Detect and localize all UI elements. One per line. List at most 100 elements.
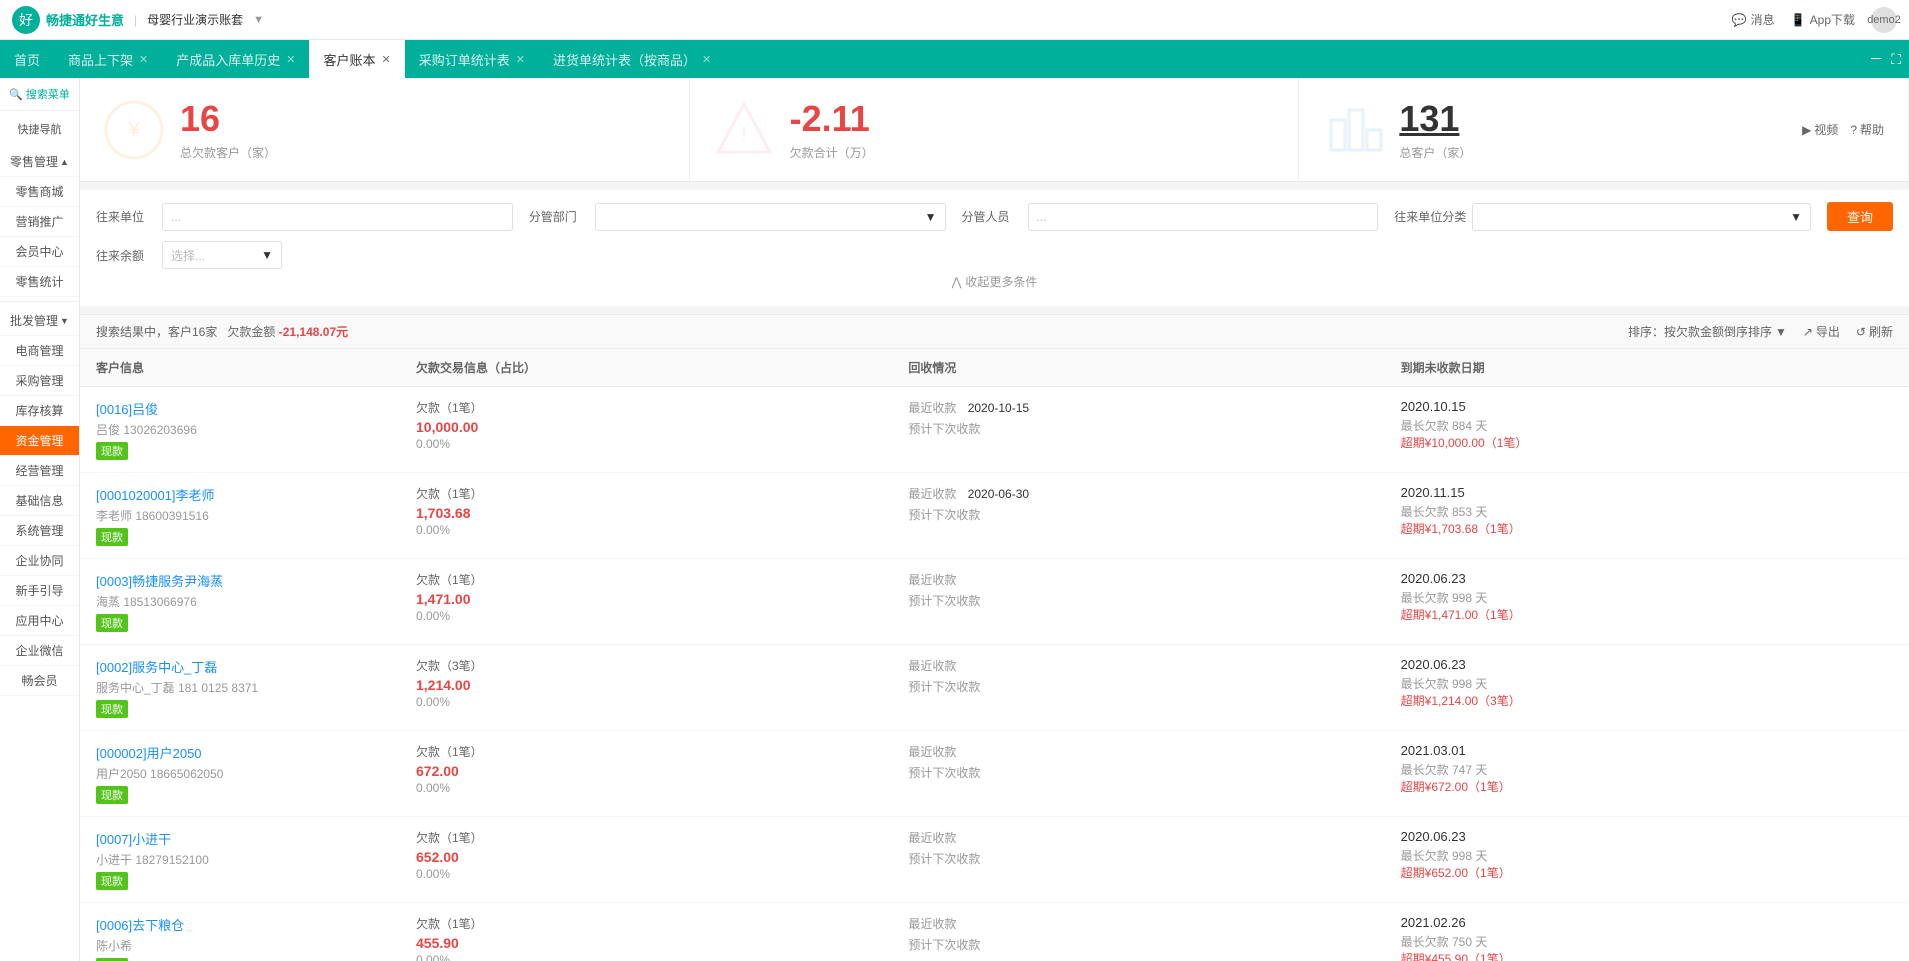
tab-customer-account[interactable]: 客户账本 ✕: [309, 40, 404, 78]
maximize-icon[interactable]: ⛶: [1891, 51, 1901, 68]
overdue-amount-link[interactable]: 超期¥1,703.68（1笔）: [1401, 520, 1893, 537]
sidebar-item-vip-member[interactable]: 畅会员: [0, 666, 79, 696]
sidebar-item-enterprise-wechat[interactable]: 企业微信: [0, 636, 79, 666]
source-unit-input[interactable]: ...: [162, 203, 513, 231]
dept-select[interactable]: ▼: [595, 203, 946, 231]
overdue-amount-icon: !: [714, 100, 774, 160]
debt-amount[interactable]: 1,214.00: [416, 677, 908, 693]
sidebar-item-marketing[interactable]: 营销推广: [0, 207, 79, 237]
close-icon[interactable]: ✕: [516, 53, 525, 66]
expire-info-cell: 2021.02.26 最长欠款 750 天 超期¥455.90（1笔）: [1401, 915, 1893, 961]
next-payment-label: 预计下次收款: [908, 678, 1400, 695]
sidebar-item-batch-mgmt[interactable]: 批发管理 ▼: [0, 306, 79, 336]
debt-amount[interactable]: 1,471.00: [416, 591, 908, 607]
sidebar-item-basic-info[interactable]: 基础信息: [0, 486, 79, 516]
customer-name[interactable]: [000002]用户2050: [96, 743, 416, 762]
debt-count: 欠款（3笔）: [416, 657, 908, 674]
sidebar-item-enterprise-coop[interactable]: 企业协同: [0, 546, 79, 576]
expire-info-cell: 2020.06.23 最长欠款 998 天 超期¥1,471.00（1笔）: [1401, 571, 1893, 623]
customer-name[interactable]: [0007]小进干: [96, 829, 416, 848]
table-row: [0003]畅捷服务尹海蒸 海蒸 18513066976 现款 欠款（1笔） 1…: [80, 559, 1909, 645]
debt-info-cell: 欠款（1笔） 1,703.68 0.00%: [416, 485, 908, 537]
chevron-down-icon: ▼: [925, 210, 937, 224]
sidebar-nav-quick[interactable]: 快捷导航: [0, 111, 79, 147]
debt-amount[interactable]: 455.90: [416, 935, 908, 951]
sidebar-item-retail-stats[interactable]: 零售统计: [0, 267, 79, 297]
unit-category-select[interactable]: ▼: [1472, 203, 1811, 231]
sidebar-item-retail-mgmt[interactable]: 零售管理 ▲: [0, 147, 79, 177]
search-button[interactable]: 查询: [1827, 202, 1893, 231]
return-info-cell: 最近收款 预计下次收款: [908, 915, 1400, 953]
customer-name[interactable]: [0003]畅捷服务尹海蒸: [96, 571, 416, 590]
table-body: [0016]吕俊 吕俊 13026203696 现款 欠款（1笔） 10,000…: [80, 387, 1909, 961]
sidebar-item-new-guide[interactable]: 新手引导: [0, 576, 79, 606]
sidebar-item-app-center[interactable]: 应用中心: [0, 606, 79, 636]
help-btn[interactable]: ? 帮助: [1850, 121, 1884, 138]
app-download-btn[interactable]: 📱 App下载: [1791, 11, 1855, 28]
message-btn[interactable]: 💬 消息: [1732, 11, 1775, 28]
result-bar: 搜索结果中，客户16家 欠款金额 -21,148.07元 排序：按欠款金额倒序排…: [80, 314, 1909, 349]
filter-source-unit: 往来单位 ...: [96, 203, 513, 231]
tab-purchase-stats[interactable]: 进货单统计表（按商品） ✕: [539, 40, 725, 78]
customer-contact: 陈小希: [96, 937, 416, 954]
chevron-down-icon[interactable]: ▼: [253, 14, 264, 26]
sidebar-item-ecommerce[interactable]: 电商管理: [0, 336, 79, 366]
overdue-amount-link[interactable]: 超期¥672.00（1笔）: [1401, 778, 1893, 795]
source-unit-label: 往来单位: [96, 208, 156, 225]
customer-name[interactable]: [0001020001]李老师: [96, 485, 416, 504]
tab-home[interactable]: 首页: [0, 40, 54, 78]
overdue-amount-link[interactable]: 超期¥652.00（1笔）: [1401, 864, 1893, 881]
close-icon[interactable]: ✕: [702, 53, 711, 66]
balance-select[interactable]: 选择... ▼: [162, 241, 282, 269]
debt-amount[interactable]: 652.00: [416, 849, 908, 865]
sidebar-item-operations[interactable]: 经营管理: [0, 456, 79, 486]
overdue-amount-link[interactable]: 超期¥10,000.00（1笔）: [1401, 434, 1893, 451]
export-btn[interactable]: ↗ 导出: [1803, 323, 1840, 340]
logo-text: 畅捷通好生意: [46, 10, 124, 29]
sidebar-item-finance[interactable]: 资金管理: [0, 426, 79, 456]
overdue-amount-link[interactable]: 超期¥1,214.00（3笔）: [1401, 692, 1893, 709]
overdue-amount-label: 欠款合计（万）: [790, 144, 874, 161]
customer-contact: 用户2050 18665062050: [96, 765, 416, 782]
sidebar-item-system[interactable]: 系统管理: [0, 516, 79, 546]
sort-select[interactable]: 排序：按欠款金额倒序排序 ▼: [1628, 323, 1787, 340]
user-avatar[interactable]: demo2: [1871, 7, 1897, 33]
stat-top-actions: ▶ 视频 ? 帮助: [1802, 121, 1884, 138]
sidebar-item-inventory[interactable]: 库存核算: [0, 396, 79, 426]
collapse-row[interactable]: ⋀ 收起更多条件: [96, 269, 1893, 294]
close-icon[interactable]: ✕: [286, 53, 295, 66]
overdue-amount-link[interactable]: 超期¥1,471.00（1笔）: [1401, 606, 1893, 623]
debt-amount[interactable]: 1,703.68: [416, 505, 908, 521]
debt-amount[interactable]: 10,000.00: [416, 419, 908, 435]
manager-input[interactable]: ...: [1028, 203, 1379, 231]
customer-name[interactable]: [0002]服务中心_丁磊: [96, 657, 416, 676]
table-row: [0016]吕俊 吕俊 13026203696 现款 欠款（1笔） 10,000…: [80, 387, 1909, 473]
sidebar-item-member[interactable]: 会员中心: [0, 237, 79, 267]
last-payment-label: 最近收款: [908, 831, 956, 845]
expire-info-cell: 2020.06.23 最长欠款 998 天 超期¥1,214.00（3笔）: [1401, 657, 1893, 709]
help-icon: ?: [1850, 123, 1857, 137]
tab-purchase-order[interactable]: 采购订单统计表 ✕: [405, 40, 539, 78]
sidebar-item-purchase[interactable]: 采购管理: [0, 366, 79, 396]
status-badge: 现款: [96, 614, 128, 632]
customer-contact: 服务中心_丁磊 181 0125 8371: [96, 679, 416, 696]
debt-amount[interactable]: 672.00: [416, 763, 908, 779]
tab-production-history[interactable]: 产成品入库单历史 ✕: [162, 40, 309, 78]
tab-product-status[interactable]: 商品上下架 ✕: [54, 40, 162, 78]
customer-name[interactable]: [0016]吕俊: [96, 399, 416, 418]
sidebar-divider: [0, 301, 79, 302]
refresh-btn[interactable]: ↺ 刷新: [1856, 323, 1893, 340]
close-icon[interactable]: ✕: [382, 53, 391, 66]
close-icon[interactable]: ✕: [139, 53, 148, 66]
sidebar-item-retail-store[interactable]: 零售商城: [0, 177, 79, 207]
overdue-customers-label: 总欠款客户（家）: [180, 144, 276, 161]
expire-date: 2020.06.23: [1401, 571, 1893, 586]
next-payment-label: 预计下次收款: [908, 764, 1400, 781]
chevron-down-icon: ▼: [1775, 325, 1787, 339]
video-btn[interactable]: ▶ 视频: [1802, 121, 1838, 138]
customer-name[interactable]: [0006]去下粮仓: [96, 915, 416, 934]
sidebar-search[interactable]: 🔍 搜索菜单: [0, 78, 79, 111]
overdue-amount-link[interactable]: 超期¥455.90（1笔）: [1401, 950, 1893, 961]
debt-count: 欠款（1笔）: [416, 485, 908, 502]
minimize-icon[interactable]: －: [1869, 49, 1883, 69]
